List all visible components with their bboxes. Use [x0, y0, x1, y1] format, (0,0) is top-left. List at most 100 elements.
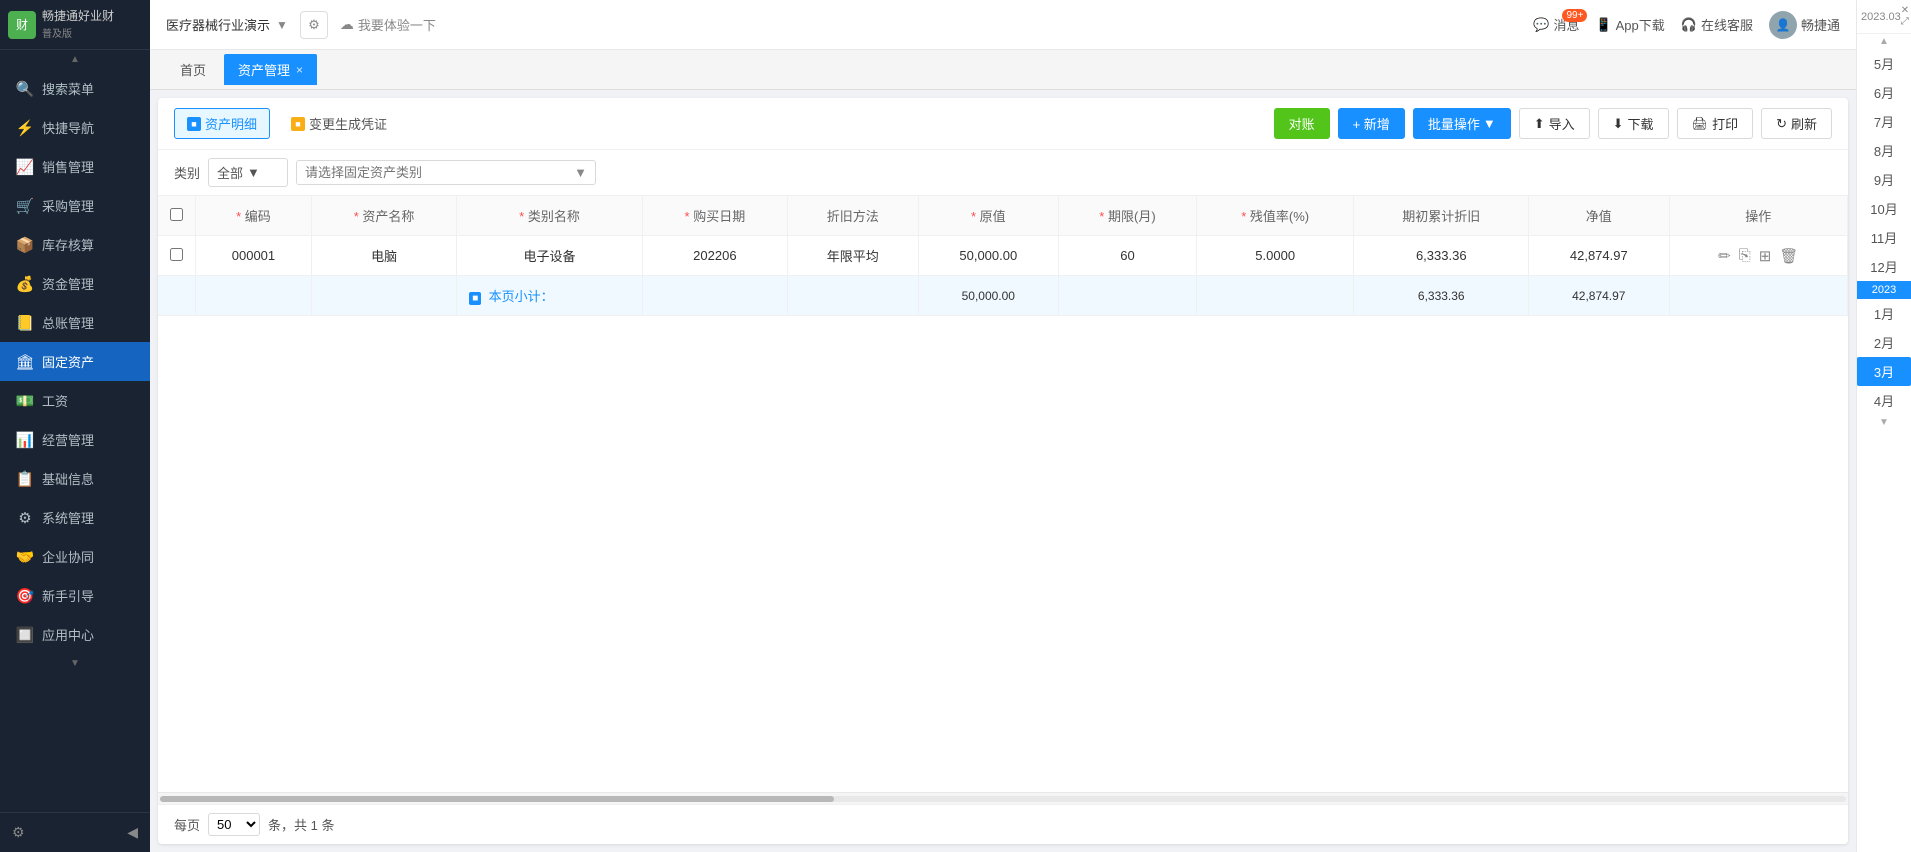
month-item-5[interactable]: 5月: [1857, 49, 1911, 78]
company-selector[interactable]: 医疗器械行业演示 ▼: [166, 15, 288, 34]
sidebar-header: 财 畅捷通好业财 普及版: [0, 0, 150, 50]
sidebar-item-salary[interactable]: 💵 工资: [0, 381, 150, 420]
select-all-checkbox[interactable]: [170, 208, 183, 221]
right-panel-months: ▲ 5月 6月 7月 8月 9月 10月 11月 12月 2023 1月 2月 …: [1857, 34, 1911, 852]
panel-expand-icon[interactable]: ⤢: [1901, 17, 1909, 27]
delete-icon[interactable]: 🗑: [1779, 247, 1798, 265]
toolbar-tab-asset-detail[interactable]: ■ 资产明细: [174, 108, 270, 139]
app-edition: 普及版: [42, 25, 114, 40]
page-toolbar: ■ 资产明细 ■ 变更生成凭证 对账 + 新增 批量操作 ▼: [158, 98, 1848, 150]
row-original-value: 50,000.00: [918, 236, 1058, 276]
sales-icon: 📈: [16, 158, 34, 176]
col-name: * 资产名称: [311, 196, 456, 236]
sidebar-item-search[interactable]: 🔍 搜索菜单: [0, 69, 150, 108]
search-icon: 🔍: [16, 80, 34, 98]
subtotal-initial-depreciation: 6,333.36: [1354, 276, 1529, 316]
toolbar-tab-change-voucher[interactable]: ■ 变更生成凭证: [278, 108, 400, 139]
salary-icon: 💵: [16, 392, 34, 410]
settings-footer-icon[interactable]: ⚙: [12, 824, 25, 841]
month-item-9[interactable]: 9月: [1857, 165, 1911, 194]
row-net-value: 42,874.97: [1529, 236, 1669, 276]
refresh-button[interactable]: ↻ 刷新: [1761, 108, 1832, 139]
filter-bar: 类别 全部 ▼ ▼: [158, 150, 1848, 196]
month-item-2[interactable]: 2月: [1857, 328, 1911, 357]
scrollbar-thumb[interactable]: [160, 796, 834, 802]
right-panel-header: 2023.03 ✕ ⤢: [1857, 0, 1911, 34]
panel-close-icon[interactable]: ✕: [1901, 6, 1909, 16]
col-original-value: * 原值: [918, 196, 1058, 236]
row-category: 电子设备: [457, 236, 642, 276]
sidebar-scroll-up[interactable]: ▲: [0, 50, 150, 69]
row-name: 电脑: [311, 236, 456, 276]
col-initial-depreciation: 期初累计折旧: [1354, 196, 1529, 236]
months-scroll-down[interactable]: ▼: [1857, 415, 1911, 430]
month-item-12[interactable]: 12月: [1857, 252, 1911, 281]
sidebar-item-funds[interactable]: 💰 资金管理: [0, 264, 150, 303]
month-item-6[interactable]: 6月: [1857, 78, 1911, 107]
month-item-7[interactable]: 7月: [1857, 107, 1911, 136]
reconcile-button[interactable]: 对账: [1274, 108, 1330, 139]
tab-asset-mgmt[interactable]: 资产管理 ×: [224, 54, 317, 85]
company-name: 医疗器械行业演示: [166, 15, 270, 34]
sidebar-item-purchase[interactable]: 🛒 采购管理: [0, 186, 150, 225]
month-item-4[interactable]: 4月: [1857, 386, 1911, 415]
collapse-sidebar-icon[interactable]: ◀: [127, 824, 138, 841]
more-icon[interactable]: ⊞: [1759, 247, 1772, 265]
tabs-bar: 首页 资产管理 ×: [150, 50, 1856, 90]
download-icon: 📱: [1595, 17, 1611, 33]
sidebar-item-newguide[interactable]: 🎯 新手引导: [0, 576, 150, 615]
sidebar-item-enterprise[interactable]: 🤝 企业协同: [0, 537, 150, 576]
row-checkbox[interactable]: [170, 248, 183, 261]
app-download-button[interactable]: 📱 App下载: [1595, 15, 1664, 34]
sidebar-scroll-down[interactable]: ▼: [0, 654, 150, 673]
copy-icon[interactable]: ⎘: [1739, 247, 1751, 264]
topbar-settings-button[interactable]: ⚙: [300, 11, 328, 39]
print-icon: 🖨: [1692, 116, 1709, 132]
sidebar-item-sales[interactable]: 📈 销售管理: [0, 147, 150, 186]
col-residual-rate: * 残值率(%): [1196, 196, 1354, 236]
new-button[interactable]: + 新增: [1338, 108, 1405, 139]
topbar: 医疗器械行业演示 ▼ ⚙ ☁ 我要体验一下 💬 消息 99+ 📱 App下载: [150, 0, 1856, 50]
app-info: 畅捷通好业财 普及版: [42, 9, 114, 40]
filter-category-input[interactable]: [297, 161, 566, 184]
messages-button[interactable]: 💬 消息 99+: [1533, 15, 1579, 34]
filter-category-type-select[interactable]: 全部 ▼: [208, 158, 288, 187]
tab-close-icon[interactable]: ×: [296, 63, 303, 77]
sidebar-item-appstore[interactable]: 🔲 应用中心: [0, 615, 150, 654]
month-item-11[interactable]: 11月: [1857, 223, 1911, 252]
current-year-label: 2023: [1857, 281, 1911, 299]
tab-home[interactable]: 首页: [166, 54, 220, 85]
management-icon: 📊: [16, 431, 34, 449]
ledger-icon: 📒: [16, 314, 34, 332]
right-panel: 2023.03 ✕ ⤢ ▲ 5月 6月 7月 8月 9月 10月 11月 12月…: [1856, 0, 1911, 852]
sidebar-item-system[interactable]: ⚙ 系统管理: [0, 498, 150, 537]
sidebar-item-fixed[interactable]: 🏛 固定资产: [0, 342, 150, 381]
table-row: 000001 电脑 电子设备 202206 年限平均 50,000.00 60 …: [158, 236, 1848, 276]
print-button[interactable]: 🖨 打印: [1677, 108, 1754, 139]
asset-table: * 编码 * 资产名称 * 类别名称 * 购买日期 折旧方法 * 原值 * 期限…: [158, 196, 1848, 316]
sidebar-item-basic[interactable]: 📋 基础信息: [0, 459, 150, 498]
sidebar-item-inventory[interactable]: 📦 库存核算: [0, 225, 150, 264]
months-scroll-up[interactable]: ▲: [1857, 34, 1911, 49]
filter-input-dropdown-icon[interactable]: ▼: [566, 161, 595, 184]
per-page-select[interactable]: 50 100 200: [208, 813, 260, 836]
edit-icon[interactable]: ✏: [1718, 247, 1731, 265]
sidebar-item-management[interactable]: 📊 经营管理: [0, 420, 150, 459]
month-item-1[interactable]: 1月: [1857, 299, 1911, 328]
online-service-button[interactable]: 🎧 在线客服: [1681, 15, 1753, 34]
sidebar-item-ledger[interactable]: 📒 总账管理: [0, 303, 150, 342]
download-button[interactable]: ⬇ 下载: [1598, 108, 1669, 139]
month-item-3-current[interactable]: 3月: [1857, 357, 1911, 386]
funds-icon: 💰: [16, 275, 34, 293]
messages-badge: 99+: [1562, 9, 1587, 22]
batch-ops-button[interactable]: 批量操作 ▼: [1413, 108, 1511, 139]
sidebar-item-quicknav[interactable]: ⚡ 快捷导航: [0, 108, 150, 147]
import-button[interactable]: ⬆ 导入: [1519, 108, 1590, 139]
fixed-assets-icon: 🏛: [16, 353, 34, 371]
experience-button[interactable]: ☁ 我要体验一下: [340, 15, 436, 34]
user-profile[interactable]: 👤 畅捷通: [1769, 11, 1840, 39]
horizontal-scrollbar[interactable]: [158, 792, 1848, 804]
month-item-10[interactable]: 10月: [1857, 194, 1911, 223]
month-item-8[interactable]: 8月: [1857, 136, 1911, 165]
toolbar-actions: 对账 + 新增 批量操作 ▼ ⬆ 导入 ⬇ 下载: [1274, 108, 1832, 139]
